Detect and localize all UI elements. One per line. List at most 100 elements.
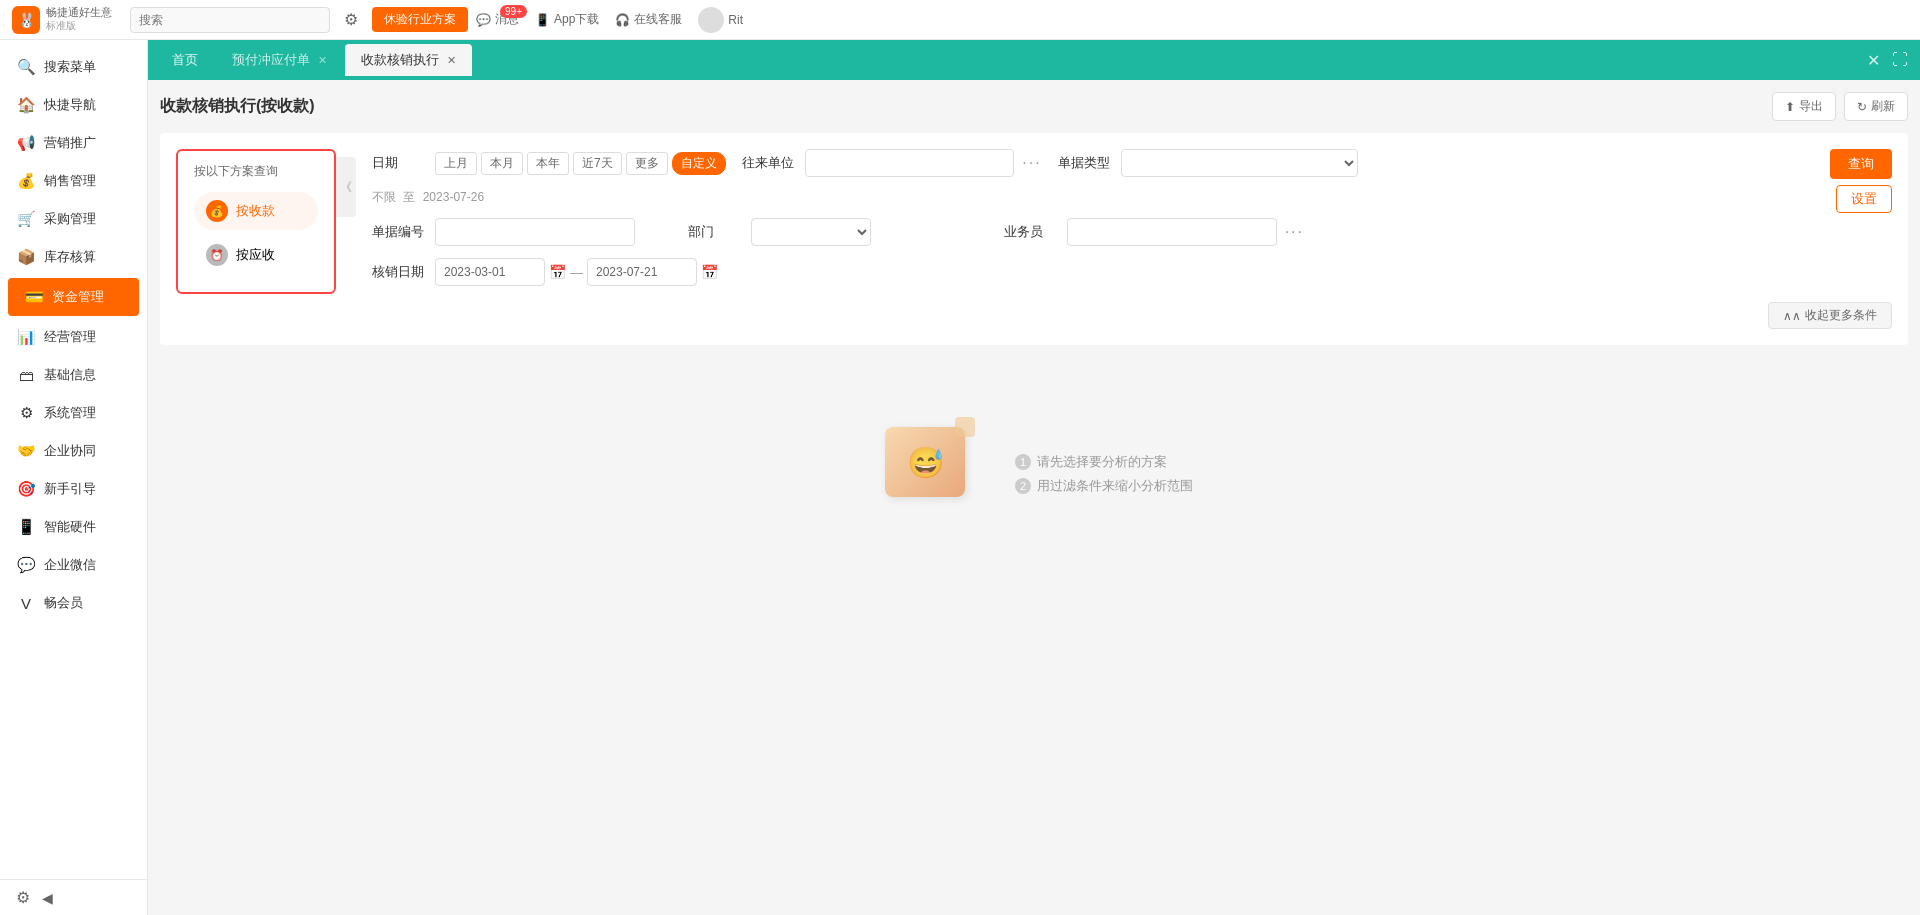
page-actions: ⬆ 导出 ↻ 刷新 [1772, 92, 1908, 121]
more-date-btn[interactable]: 更多 [626, 152, 668, 175]
tab-home[interactable]: 首页 [156, 44, 214, 76]
end-date-text: 2023-07-26 [423, 190, 484, 204]
sidebar-item-member[interactable]: V 畅会员 [0, 584, 147, 622]
sidebar-item-basic-info[interactable]: 🗃 基础信息 [0, 356, 147, 394]
sidebar-item-operations[interactable]: 📊 经营管理 [0, 318, 147, 356]
gear-icon[interactable]: ⚙ [338, 7, 364, 33]
enterprise-label: 企业协同 [44, 442, 96, 460]
verify-end-date[interactable] [587, 258, 697, 286]
tab-bar-actions: ✕ ⛶ [1863, 47, 1912, 74]
user-info[interactable]: Rit [698, 7, 743, 33]
main-layout: 🔍 搜索菜单🏠 快捷导航📢 营销推广💰 销售管理🛒 采购管理📦 库存核算💳 资金… [0, 40, 1920, 915]
finance-label: 资金管理 [52, 288, 104, 306]
export-label: 导出 [1799, 98, 1823, 115]
top-bar: 🐰 畅捷通好生意 标准版 ⚙ 休验行业方案 💬 消息 99+ 📱 App下载 🎧… [0, 0, 1920, 40]
date-buttons: 上月 本月 本年 近7天 更多 自定义 [435, 152, 726, 175]
tab-prepaid-close-icon[interactable]: ✕ [318, 54, 327, 67]
quick-nav-label: 快捷导航 [44, 96, 96, 114]
tab-receipt-offset[interactable]: 收款核销执行 ✕ [345, 44, 472, 76]
counterparty-input[interactable] [805, 149, 1015, 177]
more-conditions-label: 收起更多条件 [1805, 307, 1877, 324]
sales-icon: 💰 [16, 172, 36, 190]
page-title: 收款核销执行(按收款) [160, 96, 315, 117]
app-download[interactable]: 📱 App下载 [535, 11, 599, 28]
sidebar-item-system[interactable]: ⚙ 系统管理 [0, 394, 147, 432]
sidebar-menu: 🔍 搜索菜单🏠 快捷导航📢 营销推广💰 销售管理🛒 采购管理📦 库存核算💳 资金… [0, 40, 147, 879]
wechat-label: 企业微信 [44, 556, 96, 574]
refresh-button[interactable]: ↻ 刷新 [1844, 92, 1908, 121]
sidebar-item-finance[interactable]: 💳 资金管理 [8, 278, 139, 316]
top-right-icons: 💬 消息 99+ 📱 App下载 🎧 在线客服 Rit [476, 7, 743, 33]
filter-collapse-icon: 《 [340, 179, 352, 196]
verify-date-filter-group: 核销日期 📅 — 📅 [372, 258, 718, 286]
sidebar-item-guide[interactable]: 🎯 新手引导 [0, 470, 147, 508]
sidebar-item-marketing[interactable]: 📢 营销推广 [0, 124, 147, 162]
inventory-icon: 📦 [16, 248, 36, 266]
sidebar-item-purchase[interactable]: 🛒 采购管理 [0, 200, 147, 238]
custom-date-btn[interactable]: 自定义 [672, 152, 726, 175]
enterprise-icon: 🤝 [16, 442, 36, 460]
no-limit-text: 不限 [372, 190, 396, 204]
verify-end-calendar-icon[interactable]: 📅 [701, 264, 718, 280]
doc-no-input[interactable] [435, 218, 635, 246]
wechat-icon: 💬 [16, 556, 36, 574]
sidebar-item-sales[interactable]: 💰 销售管理 [0, 162, 147, 200]
filter-by-receivable[interactable]: ⏰ 按应收 [194, 236, 318, 274]
query-button[interactable]: 查询 [1830, 149, 1892, 179]
tab-home-label: 首页 [172, 51, 198, 69]
top-search-input[interactable] [130, 7, 330, 33]
export-icon: ⬆ [1785, 100, 1795, 114]
salesperson-more-icon[interactable]: ··· [1285, 223, 1304, 241]
message-icon[interactable]: 💬 消息 99+ [476, 11, 519, 28]
salesperson-filter-group: 业务员 ··· [1004, 218, 1304, 246]
collapse-icon[interactable]: ◀ [42, 890, 53, 906]
tab-expand-icon[interactable]: ⛶ [1888, 47, 1912, 74]
operations-label: 经营管理 [44, 328, 96, 346]
verify-start-date[interactable] [435, 258, 545, 286]
logo-text: 畅捷通好生意 [46, 6, 112, 19]
tab-prepaid-offset[interactable]: 预付冲应付单 ✕ [216, 44, 343, 76]
verify-start-calendar-icon[interactable]: 📅 [549, 264, 566, 280]
member-icon: V [16, 595, 36, 612]
tab-close-window-icon[interactable]: ✕ [1863, 47, 1884, 74]
sidebar-item-search-menu[interactable]: 🔍 搜索菜单 [0, 48, 147, 86]
sidebar-item-smart-hw[interactable]: 📱 智能硬件 [0, 508, 147, 546]
refresh-icon: ↻ [1857, 100, 1867, 114]
tab-prepaid-label: 预付冲应付单 [232, 51, 310, 69]
this-month-btn[interactable]: 本月 [481, 152, 523, 175]
export-button[interactable]: ⬆ 导出 [1772, 92, 1836, 121]
counterparty-filter-group: 往来单位 ··· [742, 149, 1042, 177]
filter-collapse-button[interactable]: 《 [336, 157, 356, 217]
settings-button[interactable]: 设置 [1836, 185, 1892, 213]
counterparty-more-icon[interactable]: ··· [1022, 154, 1041, 172]
counterparty-label: 往来单位 [742, 154, 797, 172]
verify-date-range: 📅 — 📅 [435, 258, 718, 286]
doc-type-select[interactable] [1121, 149, 1358, 177]
purchase-icon: 🛒 [16, 210, 36, 228]
sidebar-item-enterprise[interactable]: 🤝 企业协同 [0, 432, 147, 470]
smart-hw-label: 智能硬件 [44, 518, 96, 536]
settings-icon[interactable]: ⚙ [16, 888, 30, 907]
sidebar-item-quick-nav[interactable]: 🏠 快捷导航 [0, 86, 147, 124]
dept-select[interactable] [751, 218, 871, 246]
date-label: 日期 [372, 154, 427, 172]
service-label: 在线客服 [634, 11, 682, 28]
sidebar-item-inventory[interactable]: 📦 库存核算 [0, 238, 147, 276]
sidebar-item-wechat[interactable]: 💬 企业微信 [0, 546, 147, 584]
last-7days-btn[interactable]: 近7天 [573, 152, 622, 175]
user-name: Rit [728, 13, 743, 27]
this-year-btn[interactable]: 本年 [527, 152, 569, 175]
trial-button[interactable]: 休验行业方案 [372, 7, 468, 32]
tip-num-2: 2 [1015, 478, 1031, 494]
more-conditions-row: ∧∧ 收起更多条件 [372, 302, 1892, 329]
online-service[interactable]: 🎧 在线客服 [615, 11, 682, 28]
more-conditions-button[interactable]: ∧∧ 收起更多条件 [1768, 302, 1892, 329]
filter-row-3: 核销日期 📅 — 📅 [372, 258, 1814, 286]
tab-receipt-label: 收款核销执行 [361, 51, 439, 69]
filter-by-receipt[interactable]: 💰 按收款 [194, 192, 318, 230]
app-label: App下载 [554, 11, 599, 28]
tab-receipt-close-icon[interactable]: ✕ [447, 54, 456, 67]
basic-info-label: 基础信息 [44, 366, 96, 384]
last-month-btn[interactable]: 上月 [435, 152, 477, 175]
salesperson-input[interactable] [1067, 218, 1277, 246]
